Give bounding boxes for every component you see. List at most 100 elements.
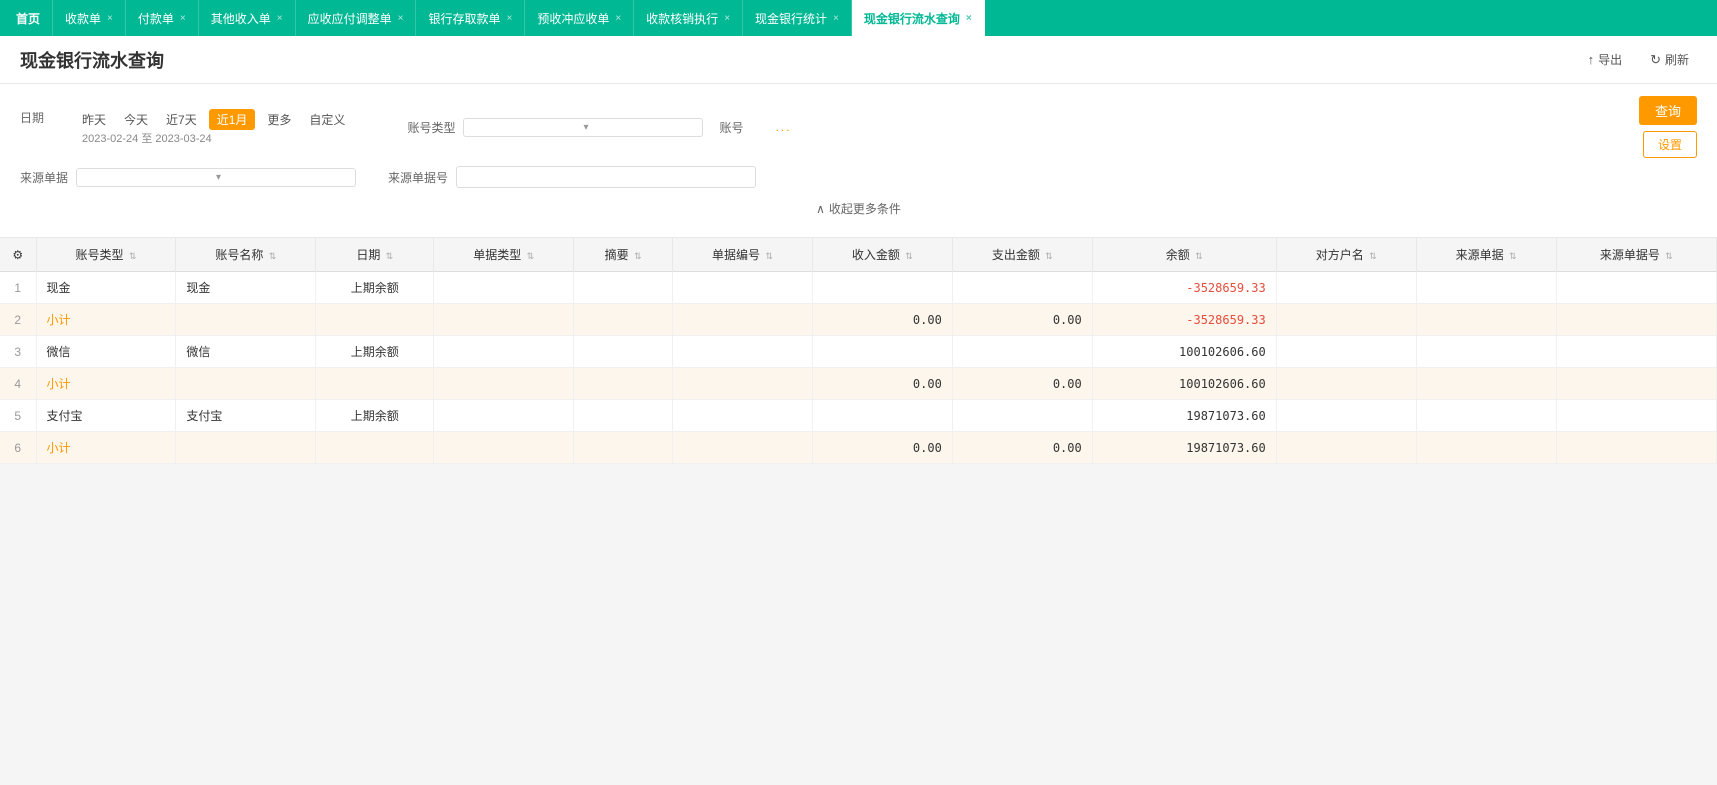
date-btn-1month[interactable]: 近1月 [209,109,256,130]
cell-doc-no [673,432,813,464]
cell-index: 5 [0,400,36,432]
th-account-name[interactable]: 账号名称 ⇅ [176,238,316,272]
cell-income: 0.00 [812,432,952,464]
th-doc-no[interactable]: 单据编号 ⇅ [673,238,813,272]
cell-source-doc-no [1556,432,1716,464]
close-icon[interactable]: × [724,13,730,24]
cell-expense: 0.00 [952,432,1092,464]
cell-account-type: 支付宝 [36,400,176,432]
cell-date: 上期余额 [316,272,434,304]
th-expense[interactable]: 支出金额 ⇅ [952,238,1092,272]
dots-button[interactable]: ... [775,120,791,134]
collapse-up-icon: ∧ [816,202,825,216]
cell-doc-no [673,336,813,368]
cell-index: 6 [0,432,36,464]
cell-doc-no [673,304,813,336]
cell-balance: 100102606.60 [1092,368,1276,400]
query-button[interactable]: 查询 [1639,96,1697,125]
nav-tab-yingshoutiaozheng[interactable]: 应收应付调整单 × [296,0,417,36]
table-row: 3 微信 微信 上期余额 100102606.60 [0,336,1717,368]
th-account-type[interactable]: 账号类型 ⇅ [36,238,176,272]
nav-tab-liushuichaxun[interactable]: 现金银行流水查询 × [852,0,985,36]
close-icon[interactable]: × [277,13,283,24]
date-btn-more[interactable]: 更多 [261,109,297,130]
th-counterpart[interactable]: 对方户名 ⇅ [1276,238,1416,272]
th-summary[interactable]: 摘要 ⇅ [574,238,673,272]
chevron-down-icon: ▾ [583,122,694,133]
cell-date [316,432,434,464]
close-icon[interactable]: × [398,13,404,24]
cell-source-doc [1416,304,1556,336]
nav-tab-fukuandan[interactable]: 付款单 × [126,0,199,36]
account-type-select[interactable]: ▾ [463,118,703,137]
cell-summary [574,272,673,304]
nav-tab-qitashouru[interactable]: 其他收入单 × [199,0,296,36]
th-source-doc[interactable]: 来源单据 ⇅ [1416,238,1556,272]
cell-expense [952,272,1092,304]
cell-counterpart [1276,272,1416,304]
cell-summary [574,304,673,336]
chevron-down-icon-2: ▾ [216,172,347,183]
th-doc-type[interactable]: 单据类型 ⇅ [434,238,574,272]
cell-source-doc-no [1556,272,1716,304]
close-icon[interactable]: × [107,13,113,24]
cell-balance: 19871073.60 [1092,432,1276,464]
top-nav: 首页 收款单 × 付款单 × 其他收入单 × 应收应付调整单 × 银行存取款单 … [0,0,1717,36]
cell-account-name: 现金 [176,272,316,304]
cell-source-doc-no [1556,400,1716,432]
cell-source-doc [1416,400,1556,432]
cell-index: 4 [0,368,36,400]
nav-tab-shoukuanzhixing[interactable]: 收款核销执行 × [634,0,743,36]
date-label: 日期 [20,109,68,126]
cell-account-type: 现金 [36,272,176,304]
source-doc-select[interactable]: ▾ [76,168,356,187]
cell-date [316,304,434,336]
cell-source-doc-no [1556,336,1716,368]
nav-tab-shoukuandan[interactable]: 收款单 × [53,0,126,36]
cell-date: 上期余额 [316,336,434,368]
cell-income [812,272,952,304]
date-btn-yesterday[interactable]: 昨天 [76,109,112,130]
account-label: 账号 [719,119,767,136]
cell-counterpart [1276,400,1416,432]
close-icon[interactable]: × [506,13,512,24]
th-balance[interactable]: 余额 ⇅ [1092,238,1276,272]
th-gear[interactable]: ⚙ [0,238,36,272]
cell-income: 0.00 [812,304,952,336]
close-icon[interactable]: × [180,13,186,24]
date-btn-7days[interactable]: 近7天 [160,109,203,130]
header-bar: 现金银行流水查询 ↑ 导出 ↻ 刷新 [0,36,1717,84]
export-icon: ↑ [1588,52,1595,67]
close-icon[interactable]: × [833,13,839,24]
nav-tab-yinhangcunkuan[interactable]: 银行存取款单 × [416,0,525,36]
collapse-bar[interactable]: ∧ 收起更多条件 [20,196,1697,225]
cell-summary [574,368,673,400]
nav-home[interactable]: 首页 [4,0,53,36]
cell-account-name: 微信 [176,336,316,368]
close-icon[interactable]: × [615,13,621,24]
cell-balance: 19871073.60 [1092,400,1276,432]
th-source-doc-no[interactable]: 来源单据号 ⇅ [1556,238,1716,272]
date-btn-custom[interactable]: 自定义 [303,109,351,130]
cell-balance: 100102606.60 [1092,336,1276,368]
account-type-group: 账号类型 ▾ [407,118,703,137]
close-icon[interactable]: × [966,13,972,24]
cell-doc-no [673,368,813,400]
filter-area: 日期 昨天 今天 近7天 近1月 更多 自定义 2023-02-24 至 202… [0,84,1717,238]
export-button[interactable]: ↑ 导出 [1580,47,1631,72]
th-date[interactable]: 日期 ⇅ [316,238,434,272]
nav-tab-xianjintongji[interactable]: 现金银行统计 × [743,0,852,36]
date-btn-today[interactable]: 今天 [118,109,154,130]
th-income[interactable]: 收入金额 ⇅ [812,238,952,272]
cell-date: 上期余额 [316,400,434,432]
source-doc-no-input[interactable] [456,166,756,188]
cell-account-name [176,432,316,464]
cell-doc-type [434,336,574,368]
settings-button[interactable]: 设置 [1643,131,1697,158]
cell-counterpart [1276,336,1416,368]
nav-tab-yushouzhuan[interactable]: 预收冲应收单 × [525,0,634,36]
header-actions: ↑ 导出 ↻ 刷新 [1580,47,1697,72]
cell-doc-no [673,400,813,432]
cell-expense: 0.00 [952,304,1092,336]
refresh-button[interactable]: ↻ 刷新 [1642,47,1697,72]
